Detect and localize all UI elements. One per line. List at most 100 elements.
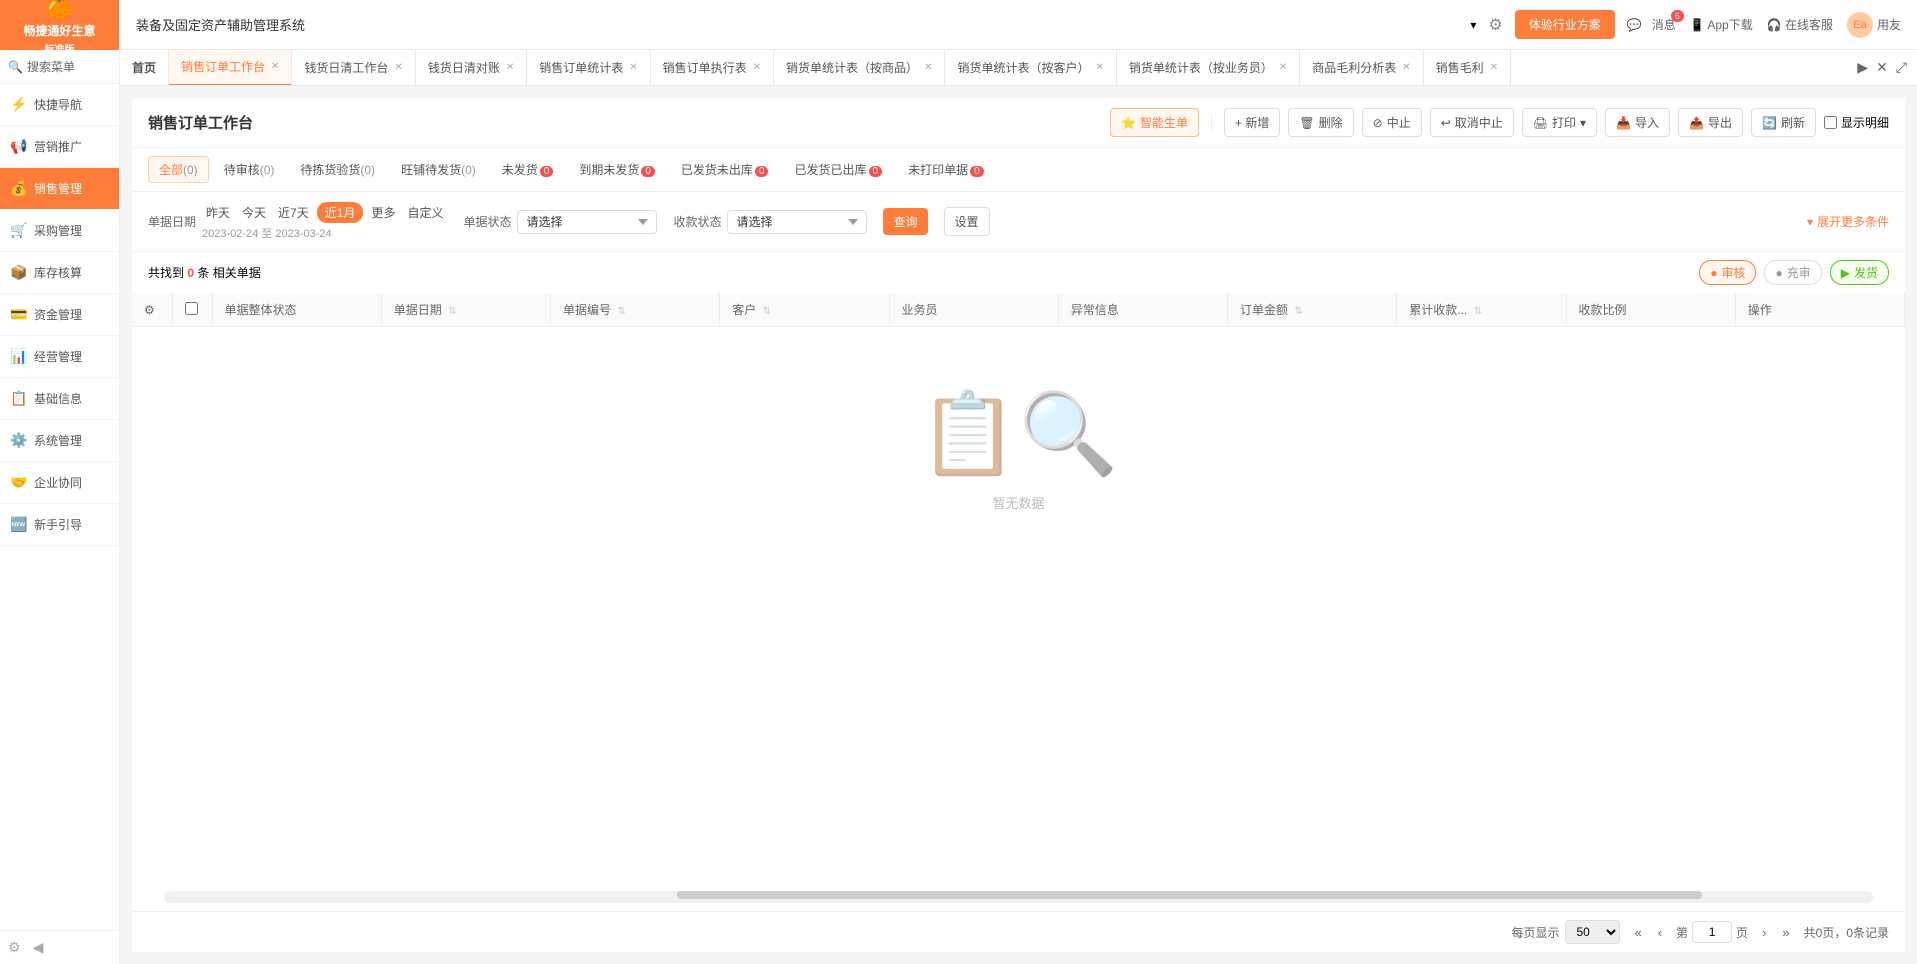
sidebar-item-enterprise[interactable]: 🤝企业协同 (0, 462, 119, 504)
tab-close-gross-profit[interactable]: ✕ (1402, 62, 1410, 73)
tab-close-sales-staff[interactable]: ✕ (1279, 62, 1287, 73)
first-page-btn[interactable]: « (1628, 922, 1647, 943)
page-number-input[interactable] (1692, 921, 1732, 943)
sidebar-item-operations[interactable]: 📊经营管理 (0, 336, 119, 378)
quick-action-ship[interactable]: ▶ 发货 (1830, 260, 1889, 285)
tab-sales-staff[interactable]: 销货单统计表（按业务员）✕ (1117, 50, 1300, 86)
quick-action-audit[interactable]: ● 审核 (1699, 260, 1756, 285)
tab-close-sales-col[interactable]: ✕ (1490, 62, 1498, 73)
setting-icon[interactable]: ⚙ (144, 303, 155, 317)
smart-create-label: 智能生单 (1140, 114, 1188, 131)
payment-filter-group: 收款状态 请选择 (673, 210, 867, 234)
query-btn[interactable]: 查询 (883, 208, 927, 235)
next-page-btn[interactable]: › (1756, 922, 1772, 943)
tab-close-cash-daily[interactable]: ✕ (394, 62, 402, 73)
filter-tab-shipped-not-out[interactable]: 已发货未出库0 (670, 156, 780, 183)
date-opt-今天[interactable]: 今天 (238, 202, 270, 223)
col-payment-ratio-label: 收款比例 (1579, 303, 1627, 317)
col-date-sort-icon[interactable]: ⇅ (448, 306, 456, 317)
tab-cash-reconcile[interactable]: 钱货日清对账✕ (416, 50, 527, 86)
filter-tab-wangpu-ship[interactable]: 旺铺待发货(0) (390, 156, 487, 183)
app-download-icon[interactable]: 📱 App下载 (1690, 16, 1753, 33)
expand-filters-btn[interactable]: ▾ 展开更多条件 (1807, 213, 1889, 230)
prev-page-btn[interactable]: ‹ (1652, 922, 1668, 943)
sidebar-item-guide[interactable]: 🆕新手引导 (0, 504, 119, 546)
col-number-sort-icon[interactable]: ⇅ (617, 306, 625, 317)
export-btn[interactable]: 📤 导出 (1678, 108, 1743, 137)
tabs-fullscreen-icon[interactable]: ⤢ (1894, 57, 1909, 78)
tab-sales-customer[interactable]: 销货单统计表（按客户）✕ (945, 50, 1116, 86)
tab-close-sales-customer[interactable]: ✕ (1095, 62, 1103, 73)
sidebar-item-marketing[interactable]: 📢营销推广 (0, 126, 119, 168)
tab-close-sales-stat[interactable]: ✕ (629, 62, 637, 73)
per-page-select[interactable]: 50 10 20 100 (1565, 920, 1620, 944)
horizontal-scrollbar[interactable] (164, 891, 1873, 903)
sidebar-search-item[interactable]: 🔍 搜索菜单 (0, 50, 119, 84)
date-opt-更多[interactable]: 更多 (367, 202, 399, 223)
filter-tab-shipped-out[interactable]: 已发货已出库0 (783, 156, 893, 183)
sidebar-item-inventory[interactable]: 📦库存核算 (0, 252, 119, 294)
tab-sales-stat[interactable]: 销售订单统计表✕ (527, 50, 650, 86)
last-page-btn[interactable]: » (1776, 922, 1795, 943)
date-opt-自定义[interactable]: 自定义 (403, 202, 447, 223)
date-opt-近1月[interactable]: 近1月 (317, 202, 364, 223)
delete-btn[interactable]: 🗑 删除 (1288, 108, 1353, 137)
sidebar-item-quick-nav[interactable]: ⚡快捷导航 (0, 84, 119, 126)
tab-sales-col[interactable]: 销售毛利✕ (1424, 50, 1511, 86)
col-collected-sort-icon[interactable]: ⇅ (1474, 306, 1482, 317)
tab-close-cash-reconcile[interactable]: ✕ (506, 62, 514, 73)
filter-tab-pending-audit[interactable]: 待审核(0) (213, 156, 286, 183)
sidebar-item-finance[interactable]: 💳资金管理 (0, 294, 119, 336)
tab-sales-exec[interactable]: 销售订单执行表✕ (651, 50, 774, 86)
user-area[interactable]: Ea 用友 (1847, 12, 1901, 38)
tabs-close-all-icon[interactable]: ✕ (1874, 57, 1890, 78)
tab-home[interactable]: 首页 (120, 50, 169, 86)
print-btn[interactable]: 🖨 打印 ▾ (1522, 108, 1597, 137)
date-opt-近7天[interactable]: 近7天 (274, 202, 313, 223)
experience-btn[interactable]: 体验行业方案 (1515, 10, 1615, 39)
message-icon-wrap[interactable]: 💬 6 消息 (1627, 16, 1676, 33)
sidebar-item-basic-info[interactable]: 📋基础信息 (0, 378, 119, 420)
sidebar-item-system[interactable]: ⚙️系统管理 (0, 420, 119, 462)
filter-tab-not-shipped[interactable]: 未发货0 (491, 156, 565, 183)
sidebar-item-purchase[interactable]: 🛒采购管理 (0, 210, 119, 252)
filter-tab-badge-expired-not-ship: 0 (641, 166, 655, 177)
result-prefix: 共找到 (148, 266, 184, 280)
filter-tab-all[interactable]: 全部(0) (148, 156, 209, 183)
refresh-btn[interactable]: 🔄 刷新 (1751, 108, 1816, 137)
show-detail-checkbox[interactable] (1824, 116, 1837, 129)
stop-btn[interactable]: ⊘ 中止 (1362, 108, 1422, 137)
date-opt-昨天[interactable]: 昨天 (202, 202, 234, 223)
col-customer-sort-icon[interactable]: ⇅ (763, 306, 771, 317)
tab-close-sales-workbench[interactable]: ✕ (271, 61, 279, 72)
filter-tab-not-printed[interactable]: 未打印单据0 (897, 156, 995, 183)
tabs-more-icon[interactable]: ▶ (1855, 57, 1870, 78)
set-btn[interactable]: 设置 (944, 207, 990, 236)
select-all-checkbox[interactable] (185, 302, 198, 315)
import-btn[interactable]: 📥 导入 (1605, 108, 1670, 137)
tab-close-sales-exec[interactable]: ✕ (753, 62, 761, 73)
sidebar-item-sales[interactable]: 💰销售管理 (0, 168, 119, 210)
scroll-thumb[interactable] (677, 891, 1702, 899)
tab-sales-product[interactable]: 销货单统计表（按商品）✕ (774, 50, 945, 86)
tab-label-sales-workbench: 销售订单工作台 (181, 58, 265, 75)
sidebar-collapse-icon[interactable]: ◀ (33, 939, 44, 956)
show-detail-toggle[interactable]: 显示明细 (1824, 114, 1889, 131)
tab-gross-profit[interactable]: 商品毛利分析表✕ (1300, 50, 1423, 86)
filter-tab-expired-not-ship[interactable]: 到期未发货0 (568, 156, 666, 183)
tab-close-sales-product[interactable]: ✕ (924, 62, 932, 73)
payment-select[interactable]: 请选择 (727, 210, 867, 234)
add-btn[interactable]: + 新增 (1224, 108, 1280, 137)
quick-action-revoke[interactable]: ● 充审 (1764, 260, 1821, 285)
cancel-stop-btn[interactable]: ↩ 取消中止 (1430, 108, 1514, 137)
status-select[interactable]: 请选择 (517, 210, 657, 234)
settings-icon[interactable]: ⚙ (1488, 15, 1502, 35)
filter-tab-pending-inspect[interactable]: 待拣货验货(0) (289, 156, 386, 183)
smart-create-btn[interactable]: ⭐ 智能生单 (1110, 108, 1199, 137)
dropdown-icon[interactable]: ▾ (1470, 18, 1476, 32)
tab-sales-workbench[interactable]: 销售订单工作台 ✕ (169, 50, 292, 86)
online-support-icon[interactable]: 🎧 在线客服 (1767, 16, 1833, 33)
sidebar-settings-icon[interactable]: ⚙ (8, 939, 21, 956)
tab-cash-daily[interactable]: 钱货日清工作台✕ (292, 50, 415, 86)
col-amount-sort-icon[interactable]: ⇅ (1294, 306, 1302, 317)
